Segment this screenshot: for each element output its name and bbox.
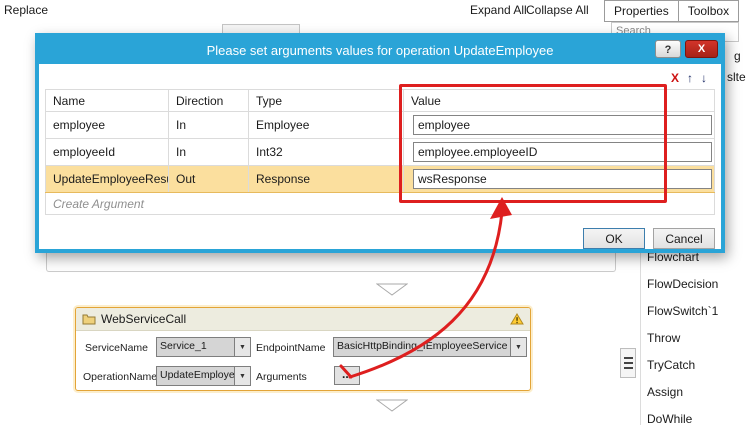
toolbox-item-assign[interactable]: Assign [647, 379, 718, 406]
tab-properties[interactable]: Properties [604, 0, 679, 22]
activity-header: WebServiceCall [76, 308, 530, 331]
argument-name: employeeId [46, 139, 169, 166]
toolbox-item-trycatch[interactable]: TryCatch [647, 352, 718, 379]
help-button[interactable]: ? [655, 40, 681, 58]
activity-title: WebServiceCall [101, 312, 186, 326]
flow-connector-arrow-icon [376, 399, 408, 412]
move-down-icon[interactable]: ↓ [701, 71, 707, 85]
warning-icon [510, 313, 524, 325]
argument-type: Int32 [249, 139, 404, 166]
toolbox-item-throw[interactable]: Throw [647, 325, 718, 352]
close-button[interactable]: X [685, 40, 718, 58]
operationname-dropdown[interactable]: UpdateEmployee ▼ [156, 366, 251, 386]
endpointname-label: EndpointName [256, 342, 325, 354]
argument-direction: In [169, 139, 249, 166]
argument-direction: Out [169, 166, 249, 193]
toolbox-item-dowhile[interactable]: DoWhile [647, 406, 718, 425]
tab-toolbox[interactable]: Toolbox [678, 0, 739, 22]
argument-name: employee [46, 112, 169, 139]
delete-argument-icon[interactable]: X [671, 71, 679, 85]
chevron-down-icon[interactable]: ▼ [510, 338, 526, 356]
column-header-name: Name [46, 90, 169, 112]
webservicecall-activity[interactable]: WebServiceCall ServiceName Service_1 ▼ E… [75, 307, 531, 391]
endpointname-dropdown[interactable]: BasicHttpBinding_IEmployeeService ▼ [333, 337, 527, 357]
toolbox-item-flowdecision[interactable]: FlowDecision [647, 271, 718, 298]
flow-connector-arrow-icon [376, 283, 408, 296]
argument-type: Response [249, 166, 404, 193]
argument-toolbar: X ↑ ↓ [671, 71, 707, 85]
expand-all-button[interactable]: Expand All [470, 3, 527, 17]
column-header-direction: Direction [169, 90, 249, 112]
dialog-title: Please set arguments values for operatio… [39, 37, 721, 64]
argument-name: UpdateEmployeeResult [46, 166, 169, 193]
servicename-label: ServiceName [85, 342, 148, 354]
toolbox-list: Flowchart FlowDecision FlowSwitch`1 Thro… [647, 244, 718, 425]
operationname-label: OperationName [83, 371, 157, 383]
arguments-label: Arguments [256, 371, 307, 383]
ok-button[interactable]: OK [583, 228, 645, 249]
toolbox-item-flowswitch[interactable]: FlowSwitch`1 [647, 298, 718, 325]
chevron-down-icon[interactable]: ▼ [234, 338, 250, 356]
splitter-grip[interactable] [620, 348, 636, 378]
right-panel-tabs: Properties Toolbox [604, 0, 739, 22]
collapse-all-button[interactable]: Collapse All [526, 3, 589, 17]
annotation-highlight-rectangle [399, 84, 667, 203]
argument-direction: In [169, 112, 249, 139]
clipped-list-item[interactable]: slte [727, 70, 746, 84]
argument-type: Employee [249, 112, 404, 139]
clipped-list-item[interactable]: g [734, 49, 741, 63]
move-up-icon[interactable]: ↑ [687, 71, 693, 85]
webservicecall-icon [82, 313, 96, 325]
workflow-designer-screen: Replace Expand All Collapse All Properti… [0, 0, 747, 425]
arguments-ellipsis-button[interactable]: ... [334, 366, 360, 385]
cancel-button[interactable]: Cancel [653, 228, 715, 249]
replace-button[interactable]: Replace [4, 3, 48, 17]
chevron-down-icon[interactable]: ▼ [234, 367, 250, 385]
servicename-dropdown[interactable]: Service_1 ▼ [156, 337, 251, 357]
column-header-type: Type [249, 90, 404, 112]
